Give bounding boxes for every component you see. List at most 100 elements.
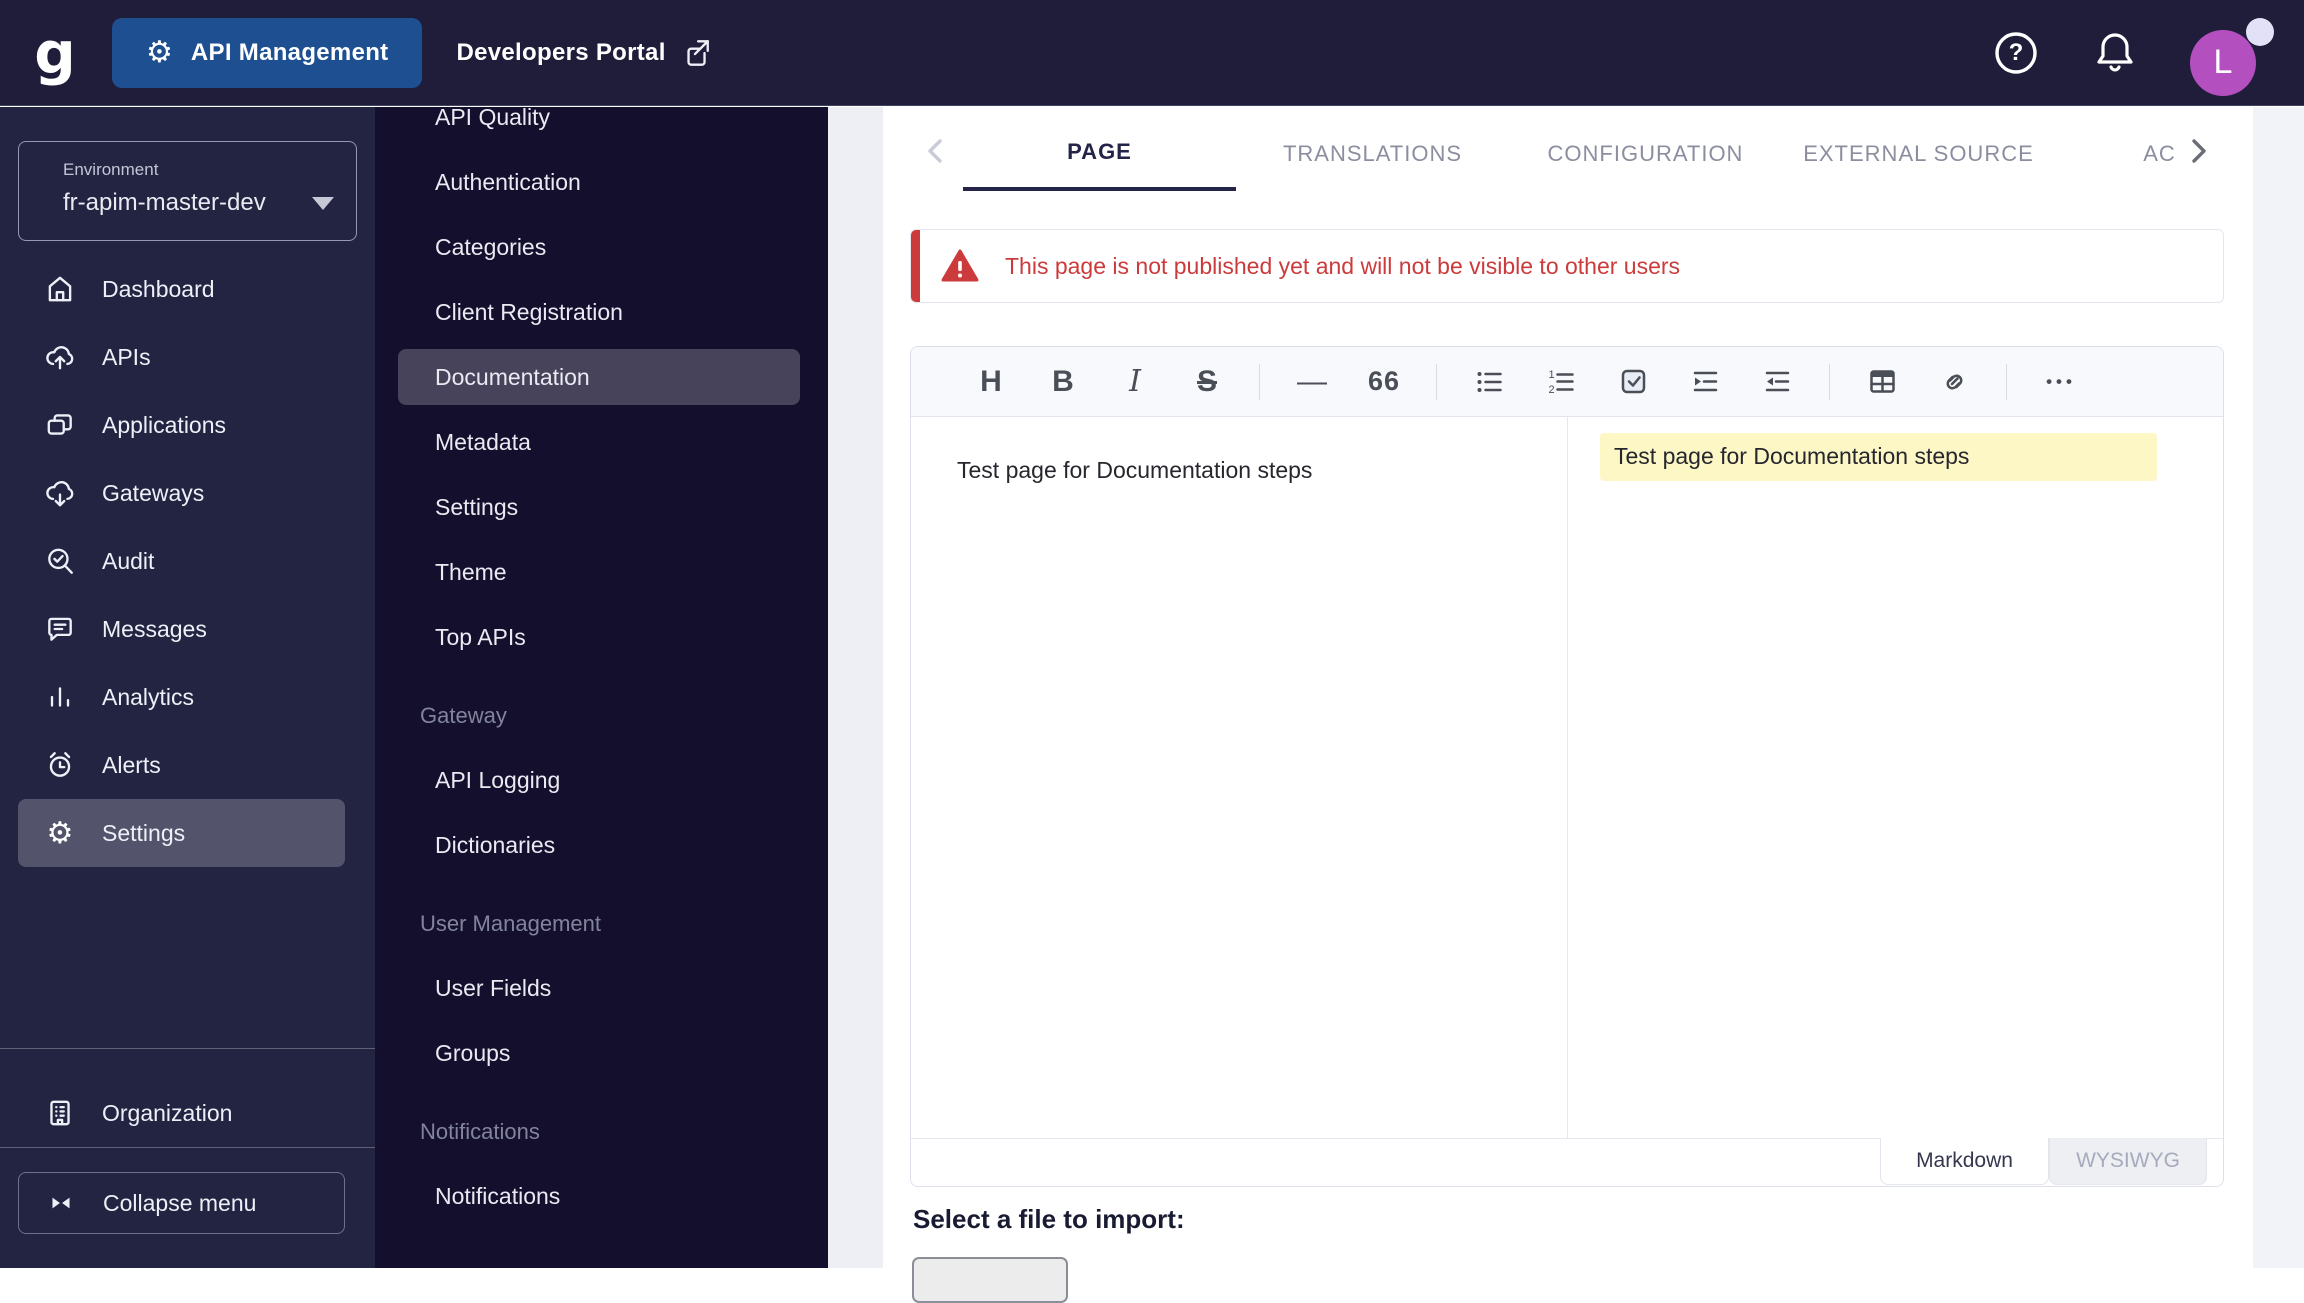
sidebar-divider [0,1048,375,1049]
import-file-label: Select a file to import: [913,1204,1185,1234]
collapse-menu-button[interactable]: Collapse menu [18,1172,345,1234]
scroll-gutter-right[interactable] [2253,107,2304,1268]
submenu-item-metadata[interactable]: Metadata [375,410,828,475]
submenu-item-user-fields[interactable]: User Fields [375,956,828,1021]
task-list-button[interactable] [1597,347,1669,417]
gravitee-logo[interactable]: g [28,13,82,93]
sidebar-item-label: Gateways [102,479,205,506]
bullet-list-button[interactable] [1453,347,1525,417]
gear-icon: ⚙ [146,35,173,70]
preview-pane: Test page for Documentation steps [1568,417,2223,1138]
submenu-item-top-apis[interactable]: Top APIs [375,605,828,670]
avatar[interactable]: L [2190,29,2256,96]
italic-button[interactable]: I [1099,347,1171,417]
organization-icon [50,1100,70,1126]
gear-icon: ⚙ [46,815,74,851]
italic-icon: I [1129,364,1141,399]
indent-button[interactable] [1669,347,1741,417]
bullet-list-icon [1477,372,1502,392]
help-icon: ? [1995,31,2037,74]
help-button[interactable]: ? [1992,29,2040,77]
tab-external-source[interactable]: EXTERNAL SOURCE [1782,107,2055,191]
tabs-scroll-right-button[interactable] [2185,135,2213,170]
checkbox-icon [1621,369,1645,394]
collapse-icon [52,1197,70,1209]
blockquote-icon: 66 [1367,366,1401,396]
submenu-item-theme[interactable]: Theme [375,540,828,605]
sidebar-item-dashboard[interactable]: Dashboard [18,255,345,323]
alarm-clock-icon [49,752,71,777]
search-check-icon [48,548,73,574]
notifications-button[interactable] [2092,29,2138,77]
chevron-left-icon [928,139,942,163]
toolbar-divider [2006,363,2007,400]
sidebar-item-alerts[interactable]: Alerts [18,731,345,799]
preview-highlighted-text: Test page for Documentation steps [1600,433,2157,481]
submenu-item-api-quality[interactable]: API Quality [375,107,828,150]
submenu-item-authentication[interactable]: Authentication [375,150,828,215]
tabs-scroll-left-button[interactable] [921,135,949,170]
external-link-icon [687,39,709,66]
submenu-item-dictionaries[interactable]: Dictionaries [375,813,828,878]
submenu-item-notifications[interactable]: Notifications [375,1164,828,1229]
developers-portal-link[interactable]: Developers Portal [456,37,711,69]
markdown-source-pane[interactable]: Test page for Documentation steps [911,417,1568,1138]
submenu-item-api-logging[interactable]: API Logging [375,748,828,813]
sidebar-item-apis[interactable]: APIs [18,323,345,391]
markdown-mode-tab[interactable]: Markdown [1880,1138,2049,1185]
submenu-item-categories[interactable]: Categories [375,215,828,280]
sidebar-item-gateways[interactable]: Gateways [18,459,345,527]
environment-selector[interactable]: Environment fr-apim-master-dev [18,141,357,241]
warning-icon [941,249,979,282]
heading-icon: H [980,364,1002,398]
sidebar-item-label: Settings [102,819,186,846]
tab-translations[interactable]: TRANSLATIONS [1236,107,1509,191]
heading-button[interactable]: H [955,347,1027,417]
submenu-header-user-management: User Management [420,910,601,936]
svg-text:2: 2 [1548,384,1554,396]
sidebar-item-label: Dashboard [102,275,215,302]
choose-file-button[interactable] [912,1257,1068,1303]
tab-page[interactable]: PAGE [963,107,1236,191]
horizontal-rule-button[interactable]: — [1276,347,1348,417]
wysiwyg-mode-tab[interactable]: WYSIWYG [2049,1138,2207,1185]
blockquote-button[interactable]: 66 [1348,347,1420,417]
submenu-item-client-registration[interactable]: Client Registration [375,280,828,345]
submenu-item-groups[interactable]: Groups [375,1021,828,1086]
submenu-item-settings[interactable]: Settings [375,475,828,540]
sidebar-item-analytics[interactable]: Analytics [18,663,345,731]
submenu-header-notifications: Notifications [420,1118,540,1144]
numbered-list-button[interactable]: 1 2 [1525,347,1597,417]
outdent-button[interactable] [1741,347,1813,417]
sidebar-item-settings[interactable]: ⚙ Settings [18,799,345,867]
user-menu[interactable]: L [2190,10,2274,96]
sidebar-item-label: Alerts [102,751,161,778]
sidebar-item-label: Messages [102,615,207,642]
more-options-button[interactable]: ••• [2023,347,2095,417]
submenu-item-documentation[interactable]: Documentation [398,349,800,405]
bell-icon [2097,32,2133,71]
tab-configuration[interactable]: CONFIGURATION [1509,107,1782,191]
unpublished-warning-banner: This page is not published yet and will … [910,229,2224,303]
toolbar-divider [1829,363,1830,400]
developers-portal-label: Developers Portal [456,38,666,66]
bold-icon: B [1052,364,1074,398]
scroll-gutter-left[interactable] [828,107,883,1268]
cloud-download-icon [46,481,74,507]
link-button[interactable] [1918,347,1990,417]
sidebar-item-audit[interactable]: Audit [18,527,345,595]
strikethrough-button[interactable]: S [1171,347,1243,417]
warning-stripe [911,230,920,302]
chevron-right-icon [2192,139,2206,163]
sidebar-divider [0,1147,375,1148]
sidebar-item-organization[interactable]: Organization [18,1079,345,1147]
api-management-button[interactable]: ⚙ API Management [112,17,423,88]
sidebar-item-messages[interactable]: Messages [18,595,345,663]
sidebar-item-applications[interactable]: Applications [18,391,345,459]
table-button[interactable] [1846,347,1918,417]
numbered-list-icon: 1 2 [1548,369,1574,396]
page-tabs: PAGE TRANSLATIONS CONFIGURATION EXTERNAL… [883,107,2253,191]
editor-footer: Markdown WYSIWYG [911,1138,2223,1186]
bold-button[interactable]: B [1027,347,1099,417]
tab-access[interactable]: ACCESS [2055,107,2175,191]
